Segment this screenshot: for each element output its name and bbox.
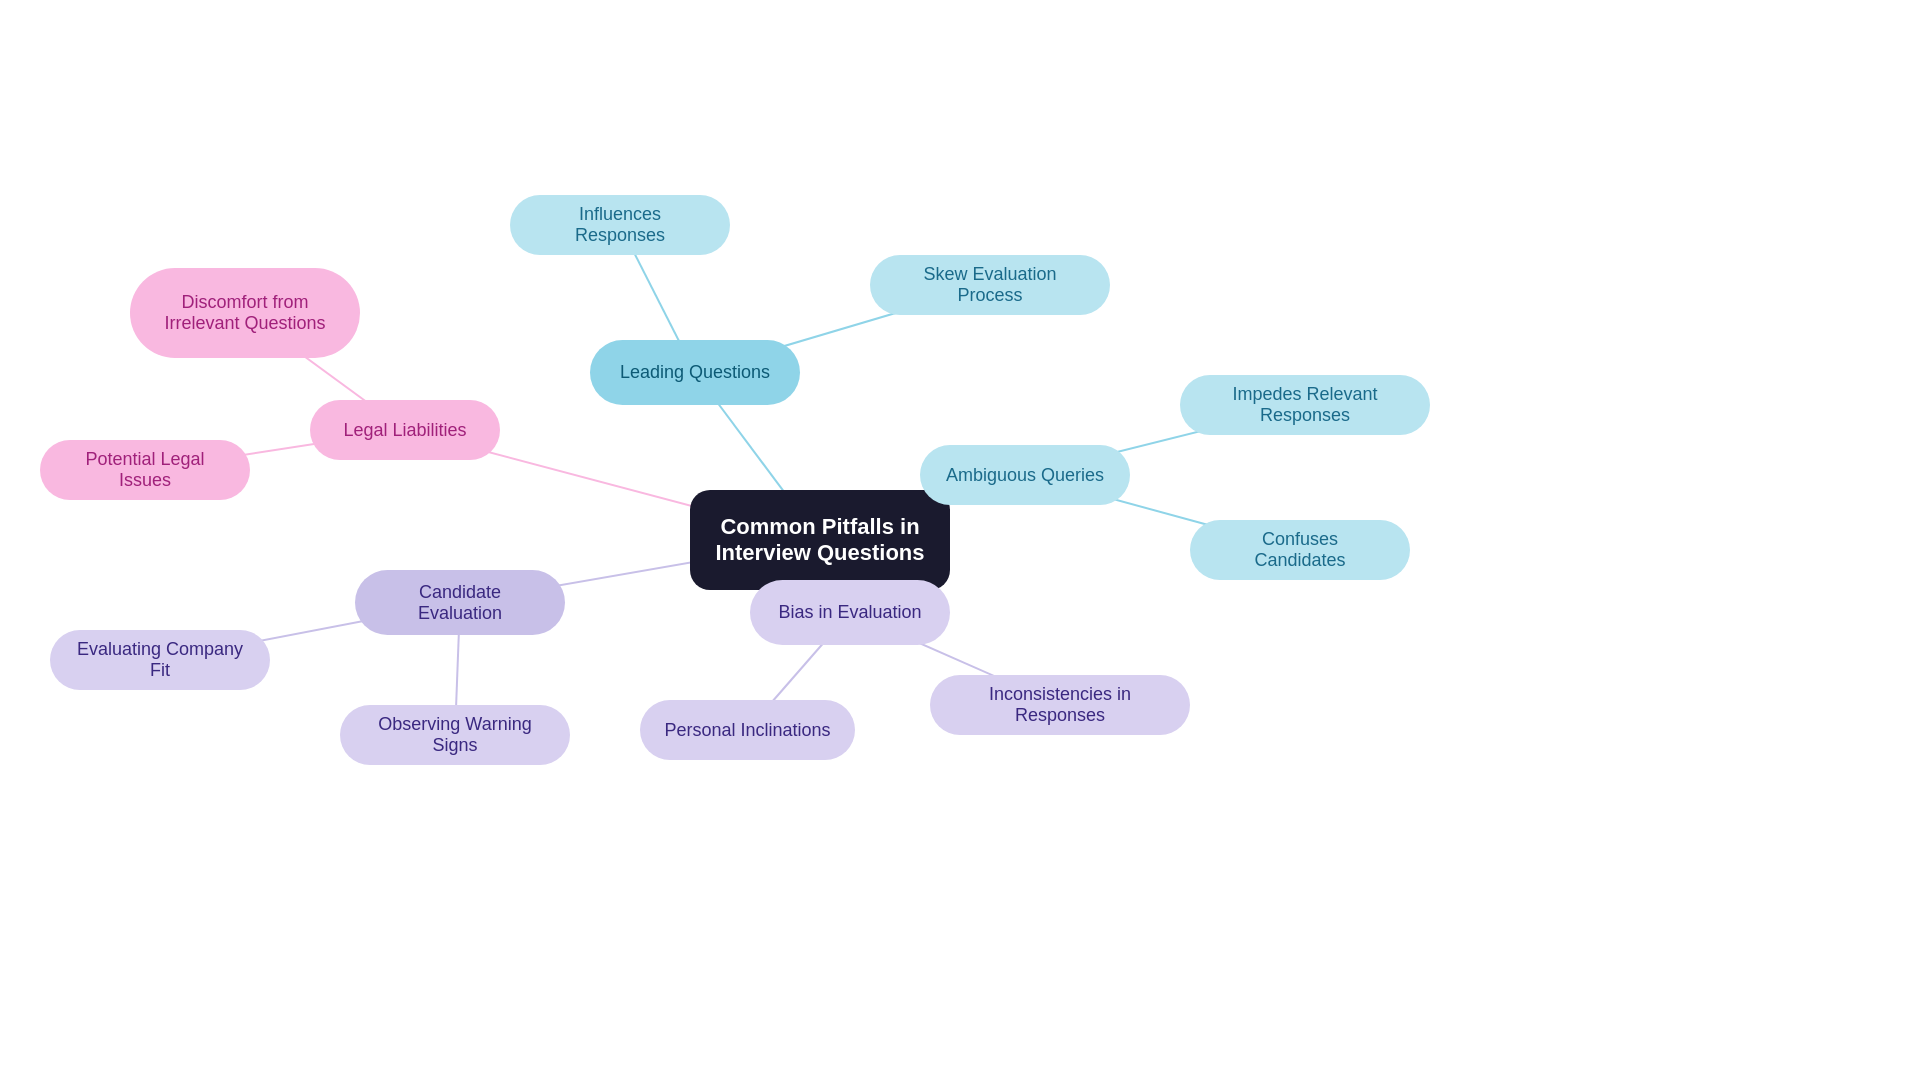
node-center[interactable]: Common Pitfalls in Interview Questions xyxy=(690,490,950,590)
node-label-evaluating_company: Evaluating Company Fit xyxy=(74,639,246,681)
node-label-influences_responses: Influences Responses xyxy=(534,204,706,246)
node-label-candidate_evaluation: Candidate Evaluation xyxy=(379,582,541,624)
node-label-skew_evaluation: Skew Evaluation Process xyxy=(894,264,1086,306)
node-legal_liabilities[interactable]: Legal Liabilities xyxy=(310,400,500,460)
node-personal_inclinations[interactable]: Personal Inclinations xyxy=(640,700,855,760)
node-inconsistencies[interactable]: Inconsistencies in Responses xyxy=(930,675,1190,735)
node-impedes_relevant[interactable]: Impedes Relevant Responses xyxy=(1180,375,1430,435)
node-label-legal_liabilities: Legal Liabilities xyxy=(343,420,466,441)
node-skew_evaluation[interactable]: Skew Evaluation Process xyxy=(870,255,1110,315)
node-label-confuses_candidates: Confuses Candidates xyxy=(1214,529,1386,571)
node-discomfort_irrelevant[interactable]: Discomfort from Irrelevant Questions xyxy=(130,268,360,358)
node-candidate_evaluation[interactable]: Candidate Evaluation xyxy=(355,570,565,635)
node-label-center: Common Pitfalls in Interview Questions xyxy=(714,514,926,566)
node-label-potential_legal: Potential Legal Issues xyxy=(64,449,226,491)
node-observing_warning[interactable]: Observing Warning Signs xyxy=(340,705,570,765)
node-potential_legal[interactable]: Potential Legal Issues xyxy=(40,440,250,500)
node-label-observing_warning: Observing Warning Signs xyxy=(364,714,546,756)
node-label-personal_inclinations: Personal Inclinations xyxy=(664,720,830,741)
node-leading_questions[interactable]: Leading Questions xyxy=(590,340,800,405)
node-label-leading_questions: Leading Questions xyxy=(620,362,770,383)
node-confuses_candidates[interactable]: Confuses Candidates xyxy=(1190,520,1410,580)
node-label-impedes_relevant: Impedes Relevant Responses xyxy=(1204,384,1406,426)
node-label-ambiguous_queries: Ambiguous Queries xyxy=(946,465,1104,486)
node-label-inconsistencies: Inconsistencies in Responses xyxy=(954,684,1166,726)
mindmap-container: Common Pitfalls in Interview Questions Le… xyxy=(0,0,1920,1083)
node-label-bias_evaluation: Bias in Evaluation xyxy=(778,602,921,623)
node-influences_responses[interactable]: Influences Responses xyxy=(510,195,730,255)
connections-svg xyxy=(0,0,1920,1083)
node-evaluating_company[interactable]: Evaluating Company Fit xyxy=(50,630,270,690)
node-bias_evaluation[interactable]: Bias in Evaluation xyxy=(750,580,950,645)
node-ambiguous_queries[interactable]: Ambiguous Queries xyxy=(920,445,1130,505)
node-label-discomfort_irrelevant: Discomfort from Irrelevant Questions xyxy=(154,292,336,334)
